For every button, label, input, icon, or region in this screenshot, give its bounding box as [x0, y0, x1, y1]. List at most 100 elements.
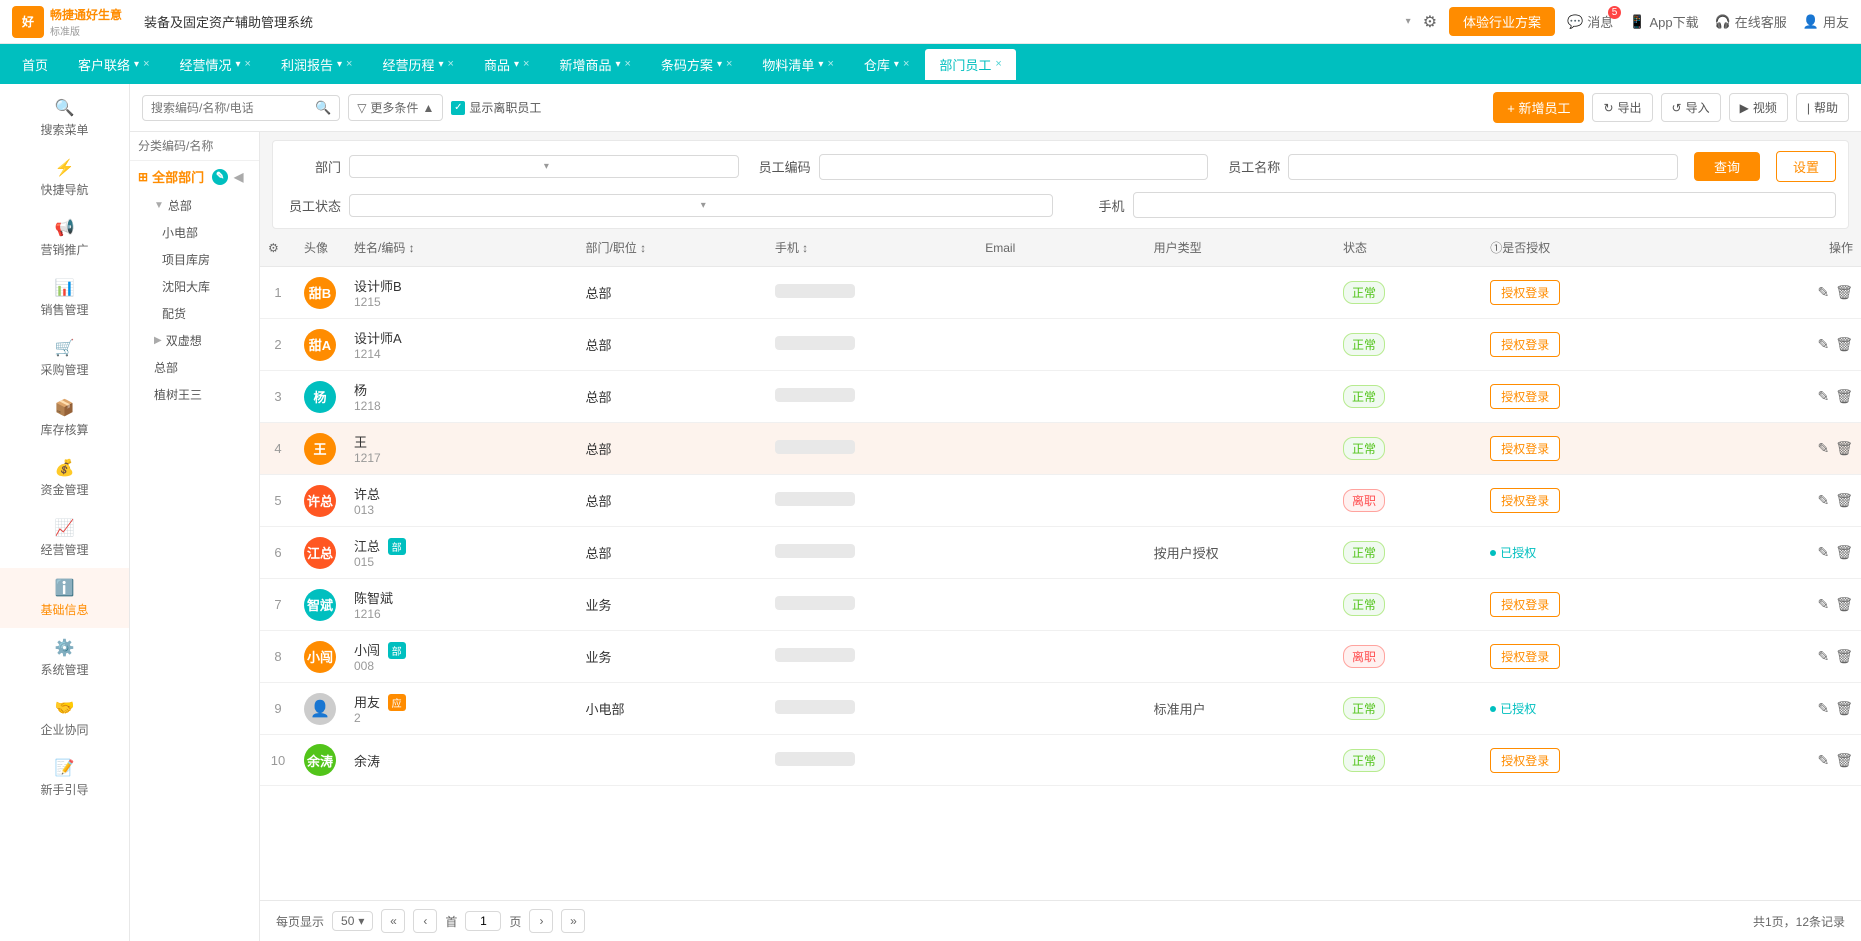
sidebar-item-purchase[interactable]: 🛒 采购管理: [0, 328, 129, 388]
edit-button[interactable]: ✎: [1817, 596, 1829, 613]
app-download-button[interactable]: 📱 App下载: [1629, 12, 1698, 31]
sidebar-item-basic[interactable]: ℹ️ 基础信息: [0, 568, 129, 628]
delete-button[interactable]: 🗑: [1835, 284, 1853, 301]
video-button[interactable]: ▶ 视频: [1729, 93, 1788, 122]
edit-button[interactable]: ✎: [1817, 336, 1829, 353]
import-button[interactable]: ↺ 导入: [1661, 93, 1721, 122]
sidebar-item-finance[interactable]: 💰 资金管理: [0, 448, 129, 508]
auth-login-button[interactable]: 授权登录: [1490, 280, 1560, 305]
all-dept-node[interactable]: ⊞ 全部部门 ✎ ◀: [130, 161, 259, 192]
auth-login-button[interactable]: 授权登录: [1490, 592, 1560, 617]
tree-node-project-warehouse[interactable]: 项目库房: [130, 246, 259, 273]
tree-node-plant-king[interactable]: 植树王三: [130, 381, 259, 408]
auth-login-button[interactable]: 授权登录: [1490, 488, 1560, 513]
auth-login-button[interactable]: 授权登录: [1490, 436, 1560, 461]
td-user-type: [1146, 475, 1335, 527]
edit-button[interactable]: ✎: [1817, 440, 1829, 457]
prev-page-button[interactable]: ‹: [413, 909, 437, 933]
auth-login-button[interactable]: 授权登录: [1490, 644, 1560, 669]
delete-button[interactable]: 🗑: [1835, 544, 1853, 561]
delete-button[interactable]: 🗑: [1835, 648, 1853, 665]
settings-button[interactable]: 设置: [1776, 151, 1836, 182]
adv-phone-input[interactable]: [1133, 192, 1837, 218]
settings-icon[interactable]: ⚙: [1423, 12, 1437, 32]
edit-button[interactable]: ✎: [1817, 388, 1829, 405]
tab-bom[interactable]: 物料清单 ▾×: [748, 49, 847, 80]
delete-button[interactable]: 🗑: [1835, 492, 1853, 509]
adv-dept-select[interactable]: ▾: [349, 155, 739, 178]
search-input[interactable]: [151, 101, 311, 115]
edit-button[interactable]: ✎: [1817, 284, 1829, 301]
tree-node-hq2[interactable]: 总部: [130, 354, 259, 381]
online-service-button[interactable]: 🎧 在线客服: [1715, 12, 1787, 31]
sidebar-item-system[interactable]: ⚙️ 系统管理: [0, 628, 129, 688]
show-resigned-checkbox[interactable]: ✓: [451, 101, 465, 115]
trial-button[interactable]: 体验行业方案: [1449, 7, 1555, 36]
sidebar-item-marketing[interactable]: 📢 营销推广: [0, 208, 129, 268]
page-number-input[interactable]: [465, 911, 501, 931]
delete-button[interactable]: 🗑: [1835, 440, 1853, 457]
auth-login-button[interactable]: 授权登录: [1490, 748, 1560, 773]
th-phone[interactable]: 手机 ↕: [767, 229, 977, 267]
tab-operation-history[interactable]: 经营历程 ▾×: [368, 49, 467, 80]
more-filter-button[interactable]: ▽ 更多条件 ▲: [348, 94, 443, 121]
adv-empname-input[interactable]: [1288, 154, 1678, 180]
sidebar-item-operation[interactable]: 📈 经营管理: [0, 508, 129, 568]
delete-button[interactable]: 🗑: [1835, 700, 1853, 717]
td-action: ✎ 🗑: [1693, 579, 1861, 631]
edit-button[interactable]: ✎: [1817, 544, 1829, 561]
delete-button[interactable]: 🗑: [1835, 752, 1853, 769]
last-page-button[interactable]: »: [561, 909, 585, 933]
edit-button[interactable]: ✎: [1817, 752, 1829, 769]
edit-dept-icon[interactable]: ✎: [212, 169, 228, 185]
tab-operation-status[interactable]: 经营情况 ▾×: [166, 49, 265, 80]
system-dropdown-icon[interactable]: ▾: [1406, 16, 1411, 27]
tab-customer[interactable]: 客户联络 ▾×: [64, 49, 163, 80]
adv-status-select[interactable]: ▾: [349, 194, 1053, 217]
edit-button[interactable]: ✎: [1817, 492, 1829, 509]
first-page-button[interactable]: «: [381, 909, 405, 933]
delete-button[interactable]: 🗑: [1835, 596, 1853, 613]
page-size-select[interactable]: 50 ▾: [332, 911, 373, 931]
edit-button[interactable]: ✎: [1817, 700, 1829, 717]
tab-warehouse[interactable]: 仓库 ▾×: [850, 49, 923, 80]
employee-dept: 总部: [585, 335, 758, 354]
show-resigned-toggle[interactable]: ✓ 显示离职员工: [451, 99, 541, 116]
sidebar-item-inventory[interactable]: 📦 库存核算: [0, 388, 129, 448]
message-button[interactable]: 💬 消息 5: [1567, 12, 1613, 31]
tab-barcode[interactable]: 条码方案 ▾×: [647, 49, 746, 80]
tree-node-shenyang-warehouse[interactable]: 沈阳大库: [130, 273, 259, 300]
edit-button[interactable]: ✎: [1817, 648, 1829, 665]
tab-goods[interactable]: 商品 ▾×: [470, 49, 543, 80]
collapse-dept-icon[interactable]: ◀: [234, 170, 243, 184]
adv-empcode-input[interactable]: [819, 154, 1209, 180]
tree-node-distribution[interactable]: 配货: [130, 300, 259, 327]
search-icon[interactable]: 🔍: [315, 100, 331, 116]
th-dept[interactable]: 部门/职位 ↕: [577, 229, 766, 267]
export-button[interactable]: ↻ 导出: [1592, 93, 1652, 122]
tab-dept-employee[interactable]: 部门员工 ×: [925, 49, 1015, 80]
sidebar-item-guide[interactable]: 📝 新手引导: [0, 748, 129, 808]
auth-login-button[interactable]: 授权登录: [1490, 384, 1560, 409]
delete-button[interactable]: 🗑: [1835, 388, 1853, 405]
sidebar-item-search[interactable]: 🔍 搜索菜单: [0, 88, 129, 148]
tab-home[interactable]: 首页: [8, 49, 62, 80]
tab-add-goods[interactable]: 新增商品 ▾×: [545, 49, 644, 80]
query-button[interactable]: 查询: [1694, 152, 1760, 181]
help-button[interactable]: | 帮助: [1796, 93, 1849, 122]
th-settings[interactable]: ⚙: [260, 229, 296, 267]
sidebar-item-sales[interactable]: 📊 销售管理: [0, 268, 129, 328]
tree-node-small-electric[interactable]: 小电部: [130, 219, 259, 246]
next-page-button[interactable]: ›: [529, 909, 553, 933]
th-name[interactable]: 姓名/编码 ↕: [346, 229, 577, 267]
sidebar-item-shortcut[interactable]: ⚡ 快捷导航: [0, 148, 129, 208]
tab-profit-report[interactable]: 利润报告 ▾×: [267, 49, 366, 80]
add-employee-button[interactable]: + 新增员工: [1493, 92, 1584, 123]
sidebar-item-cooperate[interactable]: 🤝 企业协同: [0, 688, 129, 748]
tree-node-general-hq[interactable]: ▼ 总部: [130, 192, 259, 219]
tree-node-double-virtual[interactable]: ▶ 双虚想: [130, 327, 259, 354]
user-profile-button[interactable]: 👤 用友: [1803, 12, 1849, 31]
dept-search-input[interactable]: [138, 139, 260, 153]
auth-login-button[interactable]: 授权登录: [1490, 332, 1560, 357]
delete-button[interactable]: 🗑: [1835, 336, 1853, 353]
